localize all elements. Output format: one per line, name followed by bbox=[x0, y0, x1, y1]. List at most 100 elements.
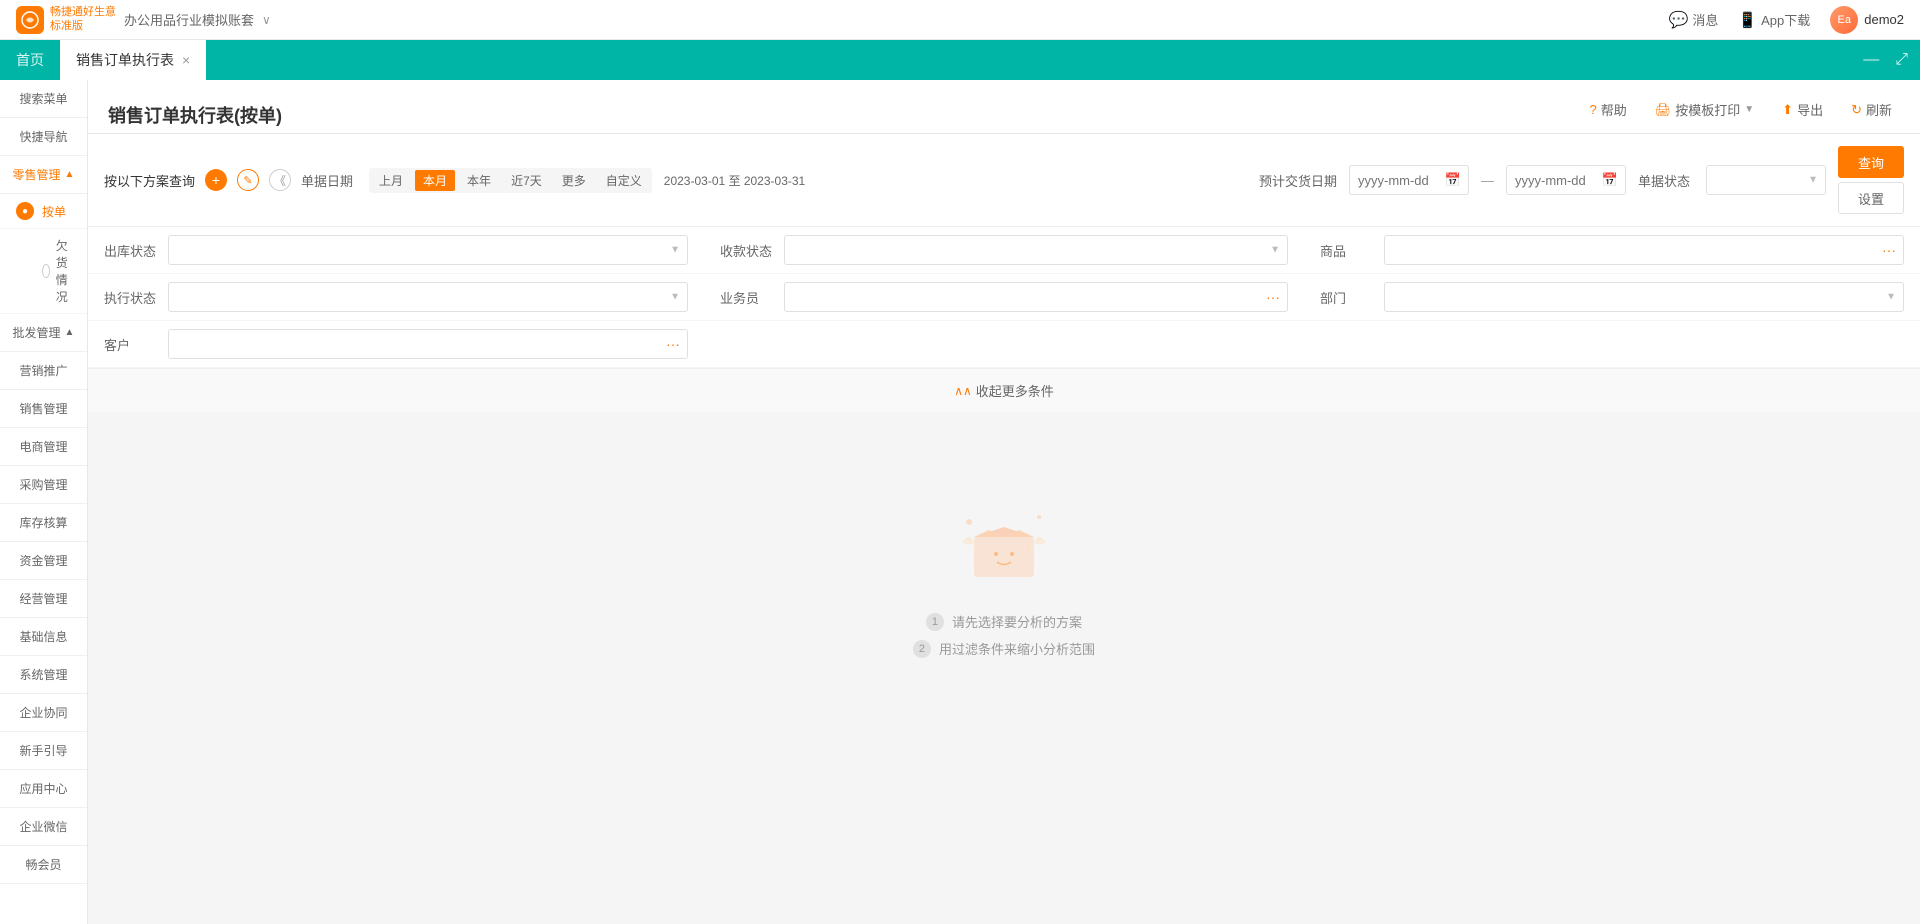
sidebar-item-sales-mgmt[interactable]: 销售管理 bbox=[0, 390, 87, 428]
sidebar-item-member[interactable]: 畅会员 bbox=[0, 846, 87, 884]
salesperson-input[interactable] bbox=[784, 282, 1288, 312]
sidebar-item-basic-info[interactable]: 基础信息 bbox=[0, 618, 87, 656]
salesperson-label: 业务员 bbox=[720, 288, 776, 307]
sidebar-item-enterprise[interactable]: 企业协同 bbox=[0, 694, 87, 732]
sidebar: 搜索菜单 快捷导航 零售管理 ▲ ● 按单 欠货情况 批发管理 ▲ 营销推广 销… bbox=[0, 80, 88, 924]
wholesale-arrow-icon: ▲ bbox=[65, 327, 75, 338]
exec-status-input[interactable] bbox=[168, 282, 688, 312]
sidebar-item-app-center[interactable]: 应用中心 bbox=[0, 770, 87, 808]
exec-status-control: ▼ bbox=[168, 282, 688, 312]
add-icon: + bbox=[212, 172, 220, 188]
exec-status-cell: 执行状态 ▼ bbox=[104, 282, 704, 312]
status-input[interactable] bbox=[1706, 165, 1826, 195]
empty-illustration bbox=[954, 492, 1054, 592]
sidebar-item-ecommerce[interactable]: 电商管理 bbox=[0, 428, 87, 466]
sidebar-item-search-menu[interactable]: 搜索菜单 bbox=[0, 80, 87, 118]
sidebar-item-operations[interactable]: 经营管理 bbox=[0, 580, 87, 618]
logo-icon bbox=[16, 6, 44, 34]
date-range-tabs: 上月 本月 本年 近7天 更多 自定义 bbox=[369, 168, 652, 193]
sidebar-item-wholesale-mgmt[interactable]: 批发管理 ▲ bbox=[0, 314, 87, 352]
edit-icon: ✎ bbox=[243, 174, 252, 187]
customer-cell: 客户 ··· bbox=[104, 329, 704, 359]
dept-input[interactable] bbox=[1384, 282, 1904, 312]
collect-status-input[interactable] bbox=[784, 235, 1288, 265]
tab-close-icon[interactable]: × bbox=[182, 52, 190, 68]
print-dropdown-icon: ▼ bbox=[1744, 104, 1754, 115]
filter-add-button[interactable]: + bbox=[205, 169, 227, 191]
date-tab-last-month[interactable]: 上月 bbox=[371, 170, 411, 191]
status-label: 单据状态 bbox=[1638, 171, 1694, 190]
tab-sales-execution[interactable]: 销售订单执行表 × bbox=[60, 40, 206, 80]
date-label: 单据日期 bbox=[301, 171, 357, 190]
nav-tabs-right: — ⤢ bbox=[1859, 47, 1920, 73]
salesperson-cell: 业务员 ··· bbox=[704, 282, 1304, 312]
date-range-display: 2023-03-01 至 2023-03-31 bbox=[664, 172, 805, 189]
date-tab-custom[interactable]: 自定义 bbox=[598, 170, 650, 191]
template-print-button[interactable]: 🖨 按模板打印 ▼ bbox=[1647, 96, 1762, 123]
message-action[interactable]: 💬 消息 bbox=[1668, 10, 1718, 30]
export-button[interactable]: ⬆ 导出 bbox=[1774, 96, 1831, 123]
sidebar-item-purchase[interactable]: 采购管理 bbox=[0, 466, 87, 504]
expected-date-start-input[interactable] bbox=[1349, 165, 1469, 195]
sidebar-item-quick-nav[interactable]: 快捷导航 bbox=[0, 118, 87, 156]
expected-date-end-input[interactable] bbox=[1506, 165, 1626, 195]
app-download-action[interactable]: 📱 App下载 bbox=[1738, 10, 1810, 29]
empty-state: 1 请先选择要分析的方案 2 用过滤条件来缩小分析范围 bbox=[88, 412, 1920, 746]
sidebar-item-retail-mgmt[interactable]: 零售管理 ▲ bbox=[0, 156, 87, 194]
filter-row-1: 出库状态 ▼ 收款状态 ▼ 商品 bbox=[88, 227, 1920, 274]
user-name: demo2 bbox=[1864, 12, 1904, 27]
sidebar-item-marketing[interactable]: 营销推广 bbox=[0, 352, 87, 390]
refresh-icon: ↻ bbox=[1851, 102, 1862, 118]
filter-area: 按以下方案查询 + ✎ 《 单据日期 上月 本月 本年 bbox=[88, 134, 1920, 412]
filter-collapse-row: ∧∧ 收起更多条件 bbox=[88, 368, 1920, 412]
nav-tabs: 首页 销售订单执行表 × — ⤢ bbox=[0, 40, 1920, 80]
goods-input[interactable] bbox=[1384, 235, 1904, 265]
status-control: ▼ bbox=[1706, 165, 1826, 195]
print-icon: 🖨 bbox=[1655, 102, 1672, 118]
sidebar-item-enterprise-wechat[interactable]: 企业微信 bbox=[0, 808, 87, 846]
help-button[interactable]: ? 帮助 bbox=[1581, 96, 1634, 123]
refresh-button[interactable]: ↻ 刷新 bbox=[1843, 96, 1900, 123]
sidebar-sub-item-debt[interactable]: 欠货情况 bbox=[0, 229, 87, 314]
header-right: 💬 消息 📱 App下载 Ea demo2 bbox=[1668, 6, 1904, 34]
sidebar-item-finance[interactable]: 资金管理 bbox=[0, 542, 87, 580]
tab-home[interactable]: 首页 bbox=[0, 40, 60, 80]
collapse-conditions-button[interactable]: ∧∧ 收起更多条件 bbox=[942, 377, 1066, 404]
user-avatar: Ea bbox=[1830, 6, 1858, 34]
customer-label: 客户 bbox=[104, 335, 160, 354]
user-action[interactable]: Ea demo2 bbox=[1830, 6, 1904, 34]
dept-label: 部门 bbox=[1320, 288, 1376, 307]
empty-step-1-text: 请先选择要分析的方案 bbox=[952, 612, 1082, 631]
sidebar-item-system[interactable]: 系统管理 bbox=[0, 656, 87, 694]
breadcrumb-arrow-icon[interactable]: ∨ bbox=[262, 13, 271, 27]
page-title: 销售订单执行表(按单) bbox=[108, 102, 282, 128]
out-status-label: 出库状态 bbox=[104, 241, 160, 260]
sidebar-sub-item-order[interactable]: ● 按单 bbox=[0, 194, 87, 229]
filter-date-area: 单据日期 上月 本月 本年 近7天 更多 自定义 2023-03-01 至 20… bbox=[301, 146, 1904, 214]
date-tab-more[interactable]: 更多 bbox=[554, 170, 594, 191]
help-icon: ? bbox=[1589, 102, 1596, 117]
out-status-input[interactable] bbox=[168, 235, 688, 265]
empty-step-2-text: 用过滤条件来缩小分析范围 bbox=[939, 639, 1095, 658]
filter-collapse-button[interactable]: 《 bbox=[269, 169, 291, 191]
filter-row-2: 执行状态 ▼ 业务员 ··· 部门 bbox=[88, 274, 1920, 321]
collapse-icon: 《 bbox=[274, 172, 286, 189]
collect-status-control: ▼ bbox=[784, 235, 1288, 265]
customer-input[interactable] bbox=[168, 329, 688, 359]
date-tab-this-year[interactable]: 本年 bbox=[459, 170, 499, 191]
out-status-cell: 出库状态 ▼ bbox=[104, 235, 704, 265]
retail-arrow-icon: ▲ bbox=[65, 169, 75, 180]
dept-cell: 部门 ▼ bbox=[1304, 282, 1904, 312]
date-tab-last-7[interactable]: 近7天 bbox=[503, 170, 550, 191]
query-button[interactable]: 查询 bbox=[1838, 146, 1904, 178]
top-header: 畅捷通好生意 标准版 办公用品行业模拟账套 ∨ 💬 消息 📱 App下载 Ea … bbox=[0, 0, 1920, 40]
tab-expand-icon[interactable]: ⤢ bbox=[1891, 47, 1912, 73]
sidebar-item-new-guide[interactable]: 新手引导 bbox=[0, 732, 87, 770]
salesperson-control: ··· bbox=[784, 282, 1288, 312]
tab-minimize-icon[interactable]: — bbox=[1859, 47, 1883, 73]
filter-edit-button[interactable]: ✎ bbox=[237, 169, 259, 191]
settings-button[interactable]: 设置 bbox=[1838, 182, 1904, 214]
date-tab-this-month[interactable]: 本月 bbox=[415, 170, 455, 191]
sidebar-item-inventory[interactable]: 库存核算 bbox=[0, 504, 87, 542]
goods-control: ··· bbox=[1384, 235, 1904, 265]
